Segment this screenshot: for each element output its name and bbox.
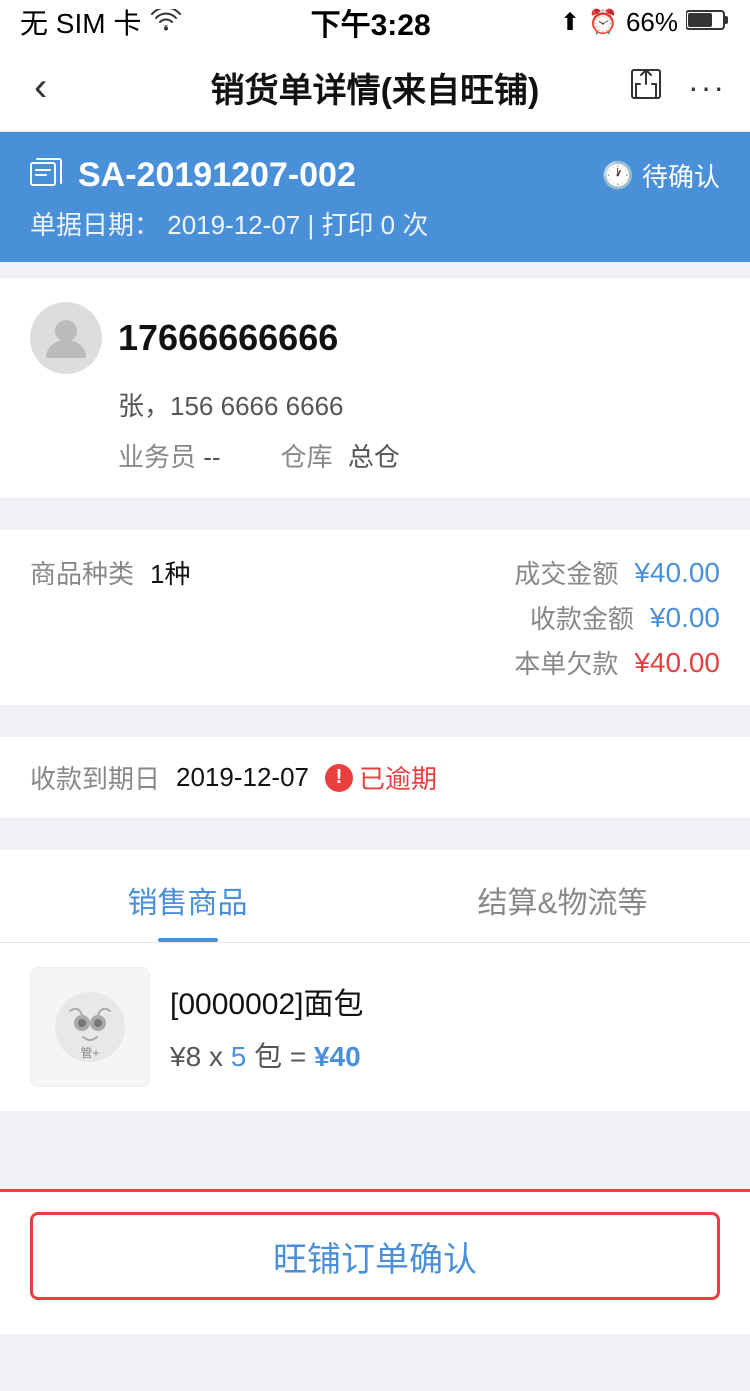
deal-amount-item: 成交金额 ¥40.00 [514, 554, 720, 591]
product-item: 管+ [0000002]面包 ¥8 x 5 包 = ¥40 [30, 967, 720, 1087]
divider-2 [0, 705, 750, 721]
confirm-btn-container: 旺铺订单确认 [0, 1189, 750, 1334]
tab-sales-products[interactable]: 销售商品 [0, 850, 375, 942]
overdue-warning-icon: ! [325, 764, 353, 792]
product-name: [0000002]面包 [170, 979, 720, 1023]
status-bar: 无 SIM 卡 下午3:28 ⬆ ⏰ 66% [0, 0, 750, 44]
back-button[interactable]: ‹ [24, 55, 57, 120]
customer-row: 17666666666 [30, 302, 720, 374]
financial-section: 商品种类 1种 成交金额 ¥40.00 收款金额 ¥0.00 本单欠款 ¥40.… [0, 530, 750, 705]
divider-1 [0, 498, 750, 514]
more-icon[interactable]: ··· [688, 69, 726, 106]
tabs-row: 销售商品 结算&物流等 [0, 850, 750, 943]
order-status: 🕐 待确认 [602, 157, 720, 194]
overdue-text: 已逾期 [359, 759, 437, 796]
tabs-section: 销售商品 结算&物流等 [0, 850, 750, 943]
product-calc: ¥8 x 5 包 = ¥40 [170, 1035, 720, 1075]
wifi-icon [151, 6, 181, 38]
order-date-row: 单据日期： 2019-12-07 | 打印 0 次 [30, 205, 720, 242]
amounts-section: 成交金额 ¥40.00 收款金额 ¥0.00 本单欠款 ¥40.00 [514, 554, 720, 681]
order-id-row: SA-20191207-002 🕐 待确认 [30, 156, 720, 195]
due-section: 收款到期日 2019-12-07 ! 已逾期 [0, 737, 750, 818]
overdue-badge: ! 已逾期 [325, 759, 437, 796]
financial-row: 商品种类 1种 成交金额 ¥40.00 收款金额 ¥0.00 本单欠款 ¥40.… [30, 554, 720, 681]
status-time: 下午3:28 [311, 0, 431, 44]
nav-actions: ··· [628, 66, 726, 110]
customer-phone: 17666666666 [118, 317, 338, 359]
share-icon[interactable] [628, 66, 664, 110]
order-icon [30, 158, 66, 193]
location-icon: ⬆ [560, 8, 580, 37]
alarm-icon: ⏰ [588, 8, 618, 37]
receipt-amount-item: 收款金额 ¥0.00 [530, 599, 720, 636]
status-bar-right: ⬆ ⏰ 66% [560, 7, 730, 38]
warehouse-info: 仓库 总仓 [281, 437, 400, 474]
status-bar-left: 无 SIM 卡 [20, 2, 181, 42]
product-info: [0000002]面包 ¥8 x 5 包 = ¥40 [170, 979, 720, 1075]
owed-amount-item: 本单欠款 ¥40.00 [514, 644, 720, 681]
tab-active-underline [158, 938, 218, 942]
product-type-info: 商品种类 1种 [30, 554, 190, 591]
confirm-order-button[interactable]: 旺铺订单确认 [30, 1212, 720, 1300]
product-image: 管+ [30, 967, 150, 1087]
carrier-text: 无 SIM 卡 [20, 2, 141, 42]
customer-name: 张，156 6666 6666 [118, 386, 720, 423]
tab-settlement-logistics[interactable]: 结算&物流等 [375, 850, 750, 942]
nav-bar: ‹ 销货单详情(来自旺铺) ··· [0, 44, 750, 132]
customer-meta: 业务员 -- 仓库 总仓 [118, 437, 720, 474]
order-id: SA-20191207-002 [30, 156, 356, 195]
clock-icon: 🕐 [602, 160, 634, 191]
sales-info: 业务员 -- [118, 437, 221, 474]
page-title: 销货单详情(来自旺铺) [211, 63, 540, 112]
product-section: 管+ [0000002]面包 ¥8 x 5 包 = ¥40 [0, 943, 750, 1111]
order-header-card: SA-20191207-002 🕐 待确认 单据日期： 2019-12-07 |… [0, 132, 750, 262]
customer-section: 17666666666 张，156 6666 6666 业务员 -- 仓库 总仓 [0, 278, 750, 498]
divider-3 [0, 818, 750, 834]
svg-text:管+: 管+ [80, 1045, 99, 1060]
battery-icon [686, 7, 730, 38]
customer-avatar [30, 302, 102, 374]
battery-text: 66% [626, 7, 678, 38]
